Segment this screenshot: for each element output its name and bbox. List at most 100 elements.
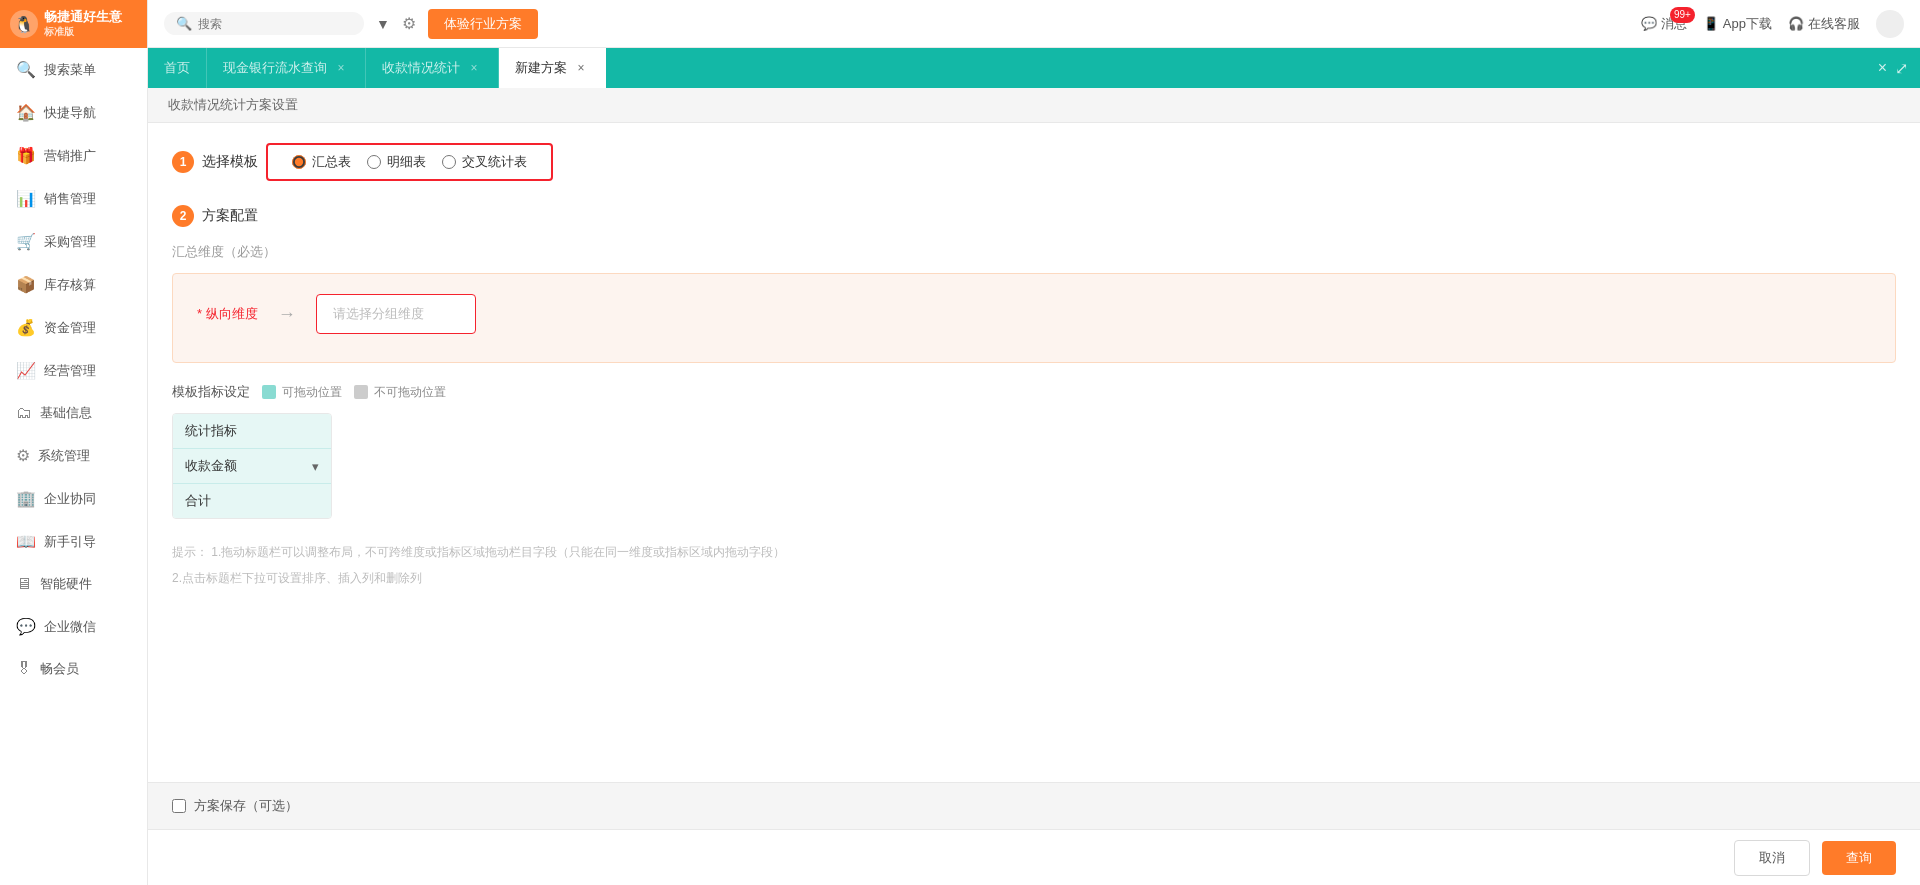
message-icon: 💬 (1641, 16, 1657, 31)
bottom-bar: 取消 查询 (148, 829, 1920, 885)
folder-icon: 🗂 (16, 404, 32, 422)
radio-summary[interactable]: 汇总表 (292, 153, 351, 171)
sidebar-item-funds[interactable]: 💰 资金管理 (0, 306, 147, 349)
chart-icon: 📈 (16, 361, 36, 380)
user-avatar[interactable] (1876, 10, 1904, 38)
sidebar-item-search-menu[interactable]: 🔍 搜索菜单 (0, 48, 147, 91)
tips-line2: 2.点击标题栏下拉可设置排序、插入列和删除列 (172, 568, 1896, 590)
sidebar-item-enterprise-wechat[interactable]: 💬 企业微信 (0, 605, 147, 648)
step1-header: 1 选择模板 汇总表 明细表 交叉统计表 (172, 143, 1896, 181)
monitor-icon: 🖥 (16, 575, 32, 593)
radio-summary-input[interactable] (292, 155, 306, 169)
search-dropdown-button[interactable]: ▼ (376, 16, 390, 32)
legend-non-draggable-label: 不可拖动位置 (374, 384, 446, 401)
tab-receivables-stats[interactable]: 收款情况统计 × (366, 48, 499, 88)
vertical-dimension-label: 纵向维度 (197, 305, 258, 323)
online-service-button[interactable]: 🎧 在线客服 (1788, 15, 1860, 33)
tab-bank-flow-close[interactable]: × (333, 60, 349, 76)
sidebar-item-new-guide[interactable]: 📖 新手引导 (0, 520, 147, 563)
sales-icon: 📊 (16, 189, 36, 208)
indicator-settings: 模板指标设定 可拖动位置 不可拖动位置 (172, 383, 1896, 522)
tab-home[interactable]: 首页 (148, 48, 207, 88)
page-breadcrumb: 收款情况统计方案设置 (148, 88, 1920, 123)
radio-cross-input[interactable] (442, 155, 456, 169)
query-button[interactable]: 查询 (1822, 841, 1896, 875)
sidebar-item-label: 企业协同 (44, 490, 96, 508)
dimension-select-box[interactable]: 请选择分组维度 (316, 294, 476, 334)
dimension-section-label: 汇总维度（必选） (172, 243, 1896, 261)
template-selection-box: 汇总表 明细表 交叉统计表 (266, 143, 553, 181)
tab-new-plan[interactable]: 新建方案 × (499, 48, 606, 88)
sidebar-item-enterprise-coop[interactable]: 🏢 企业协同 (0, 477, 147, 520)
tab-expand-button[interactable]: ⤢ (1895, 59, 1908, 78)
sidebar-item-label: 采购管理 (44, 233, 96, 251)
search-icon: 🔍 (176, 16, 192, 31)
sidebar-item-label: 系统管理 (38, 447, 90, 465)
sidebar-logo: 🐧 畅捷通好生意 标准版 (0, 0, 147, 48)
cancel-button[interactable]: 取消 (1734, 840, 1810, 876)
search-input[interactable] (198, 17, 338, 31)
step2-badge: 2 (172, 205, 194, 227)
tab-new-plan-close[interactable]: × (573, 60, 589, 76)
save-label: 方案保存（可选） (194, 797, 298, 815)
indicator-item-1-label: 合计 (185, 493, 211, 508)
step1-badge: 1 (172, 151, 194, 173)
topbar-right: 💬 消息 99+ 📱 App下载 🎧 在线客服 (1641, 10, 1904, 38)
industry-plan-button[interactable]: 体验行业方案 (428, 9, 538, 39)
indicator-settings-header: 模板指标设定 可拖动位置 不可拖动位置 (172, 383, 1896, 401)
app-download-label: App下载 (1723, 15, 1772, 33)
sidebar-item-inventory[interactable]: 📦 库存核算 (0, 263, 147, 306)
logo-name: 畅捷通好生意 (44, 9, 122, 25)
sidebar-item-sales[interactable]: 📊 销售管理 (0, 177, 147, 220)
indicator-dropdown-icon[interactable]: ▾ (312, 459, 319, 474)
sidebar-item-label: 快捷导航 (44, 104, 96, 122)
tab-close-action-button[interactable]: × (1878, 59, 1887, 77)
radio-detail[interactable]: 明细表 (367, 153, 426, 171)
legend-draggable-label: 可拖动位置 (282, 384, 342, 401)
indicator-item-1: 合计 (173, 483, 331, 518)
sidebar-item-label: 新手引导 (44, 533, 96, 551)
dimension-title: 汇总维度（必选） (172, 244, 276, 259)
indicator-table-header: 统计指标 (173, 414, 331, 449)
indicator-item-0[interactable]: 收款金额 ▾ (173, 449, 331, 483)
message-badge: 99+ (1670, 7, 1695, 23)
box-icon: 📦 (16, 275, 36, 294)
tab-receivables-close[interactable]: × (466, 60, 482, 76)
sidebar-item-label: 基础信息 (40, 404, 92, 422)
sidebar: 🐧 畅捷通好生意 标准版 🔍 搜索菜单 🏠 快捷导航 🎁 营销推广 📊 销售管理… (0, 0, 148, 885)
app-download-button[interactable]: 📱 App下载 (1703, 15, 1772, 33)
sidebar-item-quick-nav[interactable]: 🏠 快捷导航 (0, 91, 147, 134)
sidebar-item-marketing[interactable]: 🎁 营销推广 (0, 134, 147, 177)
radio-cross[interactable]: 交叉统计表 (442, 153, 527, 171)
sidebar-item-label: 销售管理 (44, 190, 96, 208)
tabbar-actions: × ⤢ (1866, 48, 1920, 88)
tab-bank-flow[interactable]: 现金银行流水查询 × (207, 48, 366, 88)
step2-title: 方案配置 (202, 207, 258, 225)
sidebar-item-member[interactable]: 🎖 畅会员 (0, 648, 147, 690)
online-service-label: 在线客服 (1808, 15, 1860, 33)
message-button[interactable]: 💬 消息 99+ (1641, 15, 1687, 33)
sidebar-item-label: 经营管理 (44, 362, 96, 380)
enterprise-icon: 🏢 (16, 489, 36, 508)
dimension-arrow: → (278, 304, 296, 325)
step1-section: 1 选择模板 汇总表 明细表 交叉统计表 (172, 143, 1896, 181)
sidebar-item-purchase[interactable]: 🛒 采购管理 (0, 220, 147, 263)
sidebar-item-operations[interactable]: 📈 经营管理 (0, 349, 147, 392)
sidebar-item-basic-info[interactable]: 🗂 基础信息 (0, 392, 147, 434)
sidebar-item-system[interactable]: ⚙ 系统管理 (0, 434, 147, 477)
mobile-icon: 📱 (1703, 16, 1719, 31)
sidebar-item-label: 畅会员 (40, 660, 79, 678)
sidebar-item-smart-hw[interactable]: 🖥 智能硬件 (0, 563, 147, 605)
tabbar: 首页 现金银行流水查询 × 收款情况统计 × 新建方案 × × ⤢ (148, 48, 1920, 88)
radio-summary-label: 汇总表 (312, 153, 351, 171)
dimension-area: 纵向维度 → 请选择分组维度 (172, 273, 1896, 363)
sidebar-item-label: 库存核算 (44, 276, 96, 294)
save-checkbox[interactable] (172, 799, 186, 813)
settings-gear-button[interactable]: ⚙ (402, 14, 416, 33)
legend-draggable: 可拖动位置 (262, 384, 342, 401)
search-menu-icon: 🔍 (16, 60, 36, 79)
cart-icon: 🛒 (16, 232, 36, 251)
save-row: 方案保存（可选） (148, 782, 1920, 829)
radio-detail-input[interactable] (367, 155, 381, 169)
step1-title: 选择模板 (202, 153, 258, 171)
